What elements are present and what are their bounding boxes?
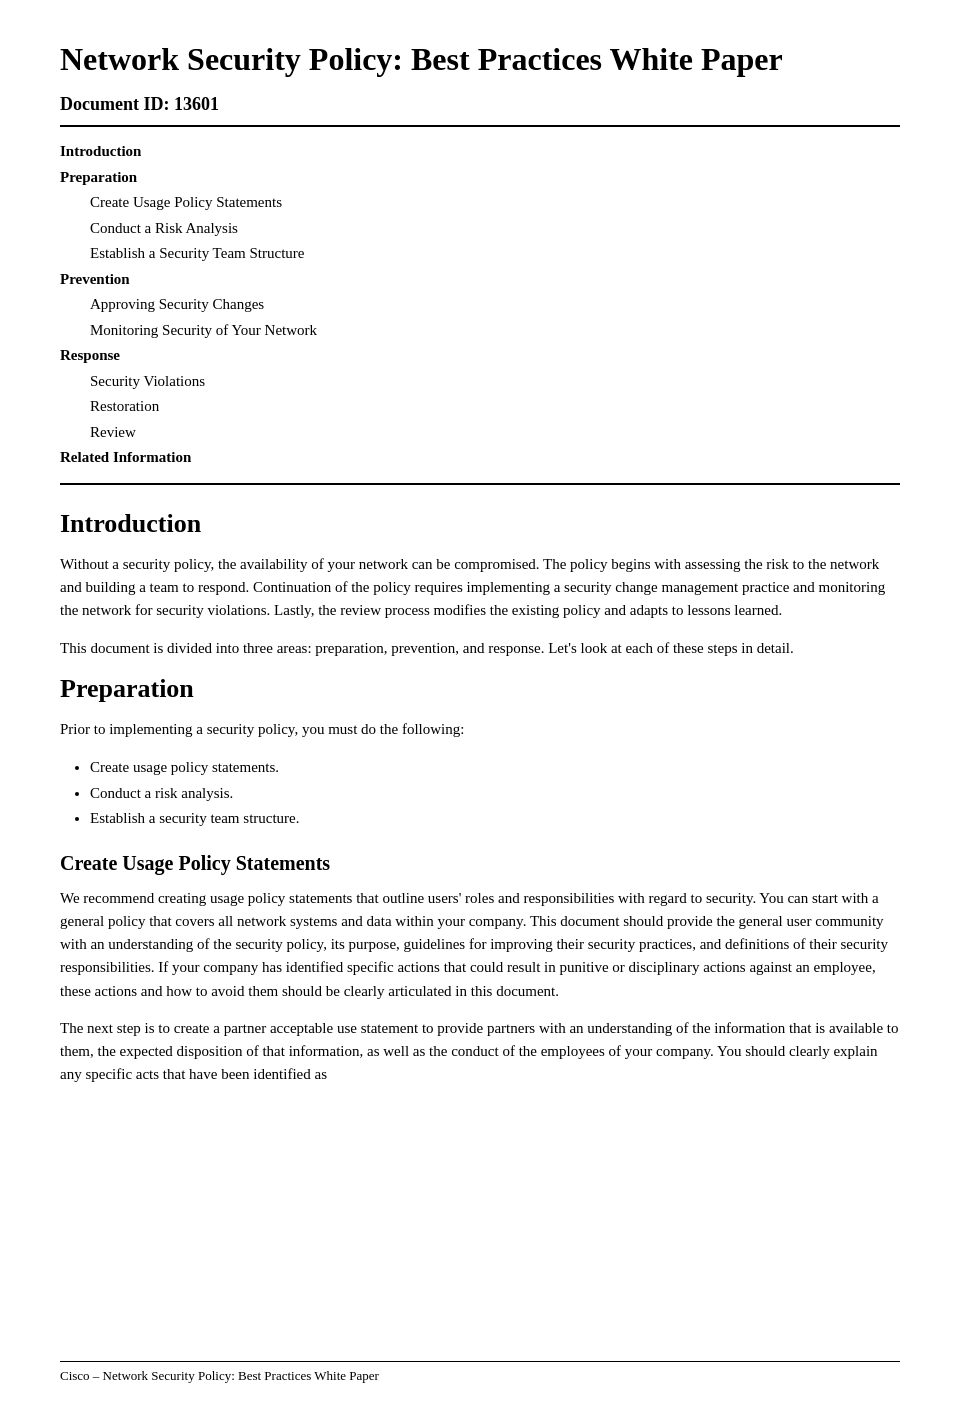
introduction-heading: Introduction <box>60 509 900 539</box>
table-of-contents: Introduction Preparation Create Usage Po… <box>60 139 900 471</box>
toc-item-create-usage[interactable]: Create Usage Policy Statements <box>60 190 900 216</box>
toc-item-prevention[interactable]: Prevention <box>60 267 900 293</box>
toc-item-establish-team[interactable]: Establish a Security Team Structure <box>60 241 900 267</box>
preparation-intro: Prior to implementing a security policy,… <box>60 718 900 741</box>
document-id: Document ID: 13601 <box>60 94 900 115</box>
footer-text: Cisco – Network Security Policy: Best Pr… <box>60 1368 379 1383</box>
toc-item-response[interactable]: Response <box>60 343 900 369</box>
top-divider <box>60 125 900 127</box>
toc-item-restoration[interactable]: Restoration <box>60 394 900 420</box>
create-usage-heading: Create Usage Policy Statements <box>60 852 900 875</box>
page-title: Network Security Policy: Best Practices … <box>60 40 900 78</box>
create-usage-para-2: The next step is to create a partner acc… <box>60 1017 900 1087</box>
toc-item-introduction[interactable]: Introduction <box>60 139 900 165</box>
bullet-risk-analysis: Conduct a risk analysis. <box>90 781 900 807</box>
bullet-team-structure: Establish a security team structure. <box>90 806 900 832</box>
bullet-create-usage: Create usage policy statements. <box>90 755 900 781</box>
preparation-bullets: Create usage policy statements. Conduct … <box>90 755 900 832</box>
preparation-heading: Preparation <box>60 674 900 704</box>
introduction-para-1: Without a security policy, the availabil… <box>60 553 900 623</box>
create-usage-para-1: We recommend creating usage policy state… <box>60 887 900 1003</box>
introduction-para-2: This document is divided into three area… <box>60 637 900 660</box>
toc-item-preparation[interactable]: Preparation <box>60 165 900 191</box>
preparation-section: Preparation Prior to implementing a secu… <box>60 674 900 832</box>
toc-item-conduct-risk[interactable]: Conduct a Risk Analysis <box>60 216 900 242</box>
toc-item-related-info[interactable]: Related Information <box>60 445 900 471</box>
create-usage-section: Create Usage Policy Statements We recomm… <box>60 852 900 1087</box>
toc-item-monitoring[interactable]: Monitoring Security of Your Network <box>60 318 900 344</box>
page-footer: Cisco – Network Security Policy: Best Pr… <box>60 1361 900 1384</box>
introduction-section: Introduction Without a security policy, … <box>60 509 900 660</box>
toc-item-approving[interactable]: Approving Security Changes <box>60 292 900 318</box>
toc-item-review[interactable]: Review <box>60 420 900 446</box>
toc-item-violations[interactable]: Security Violations <box>60 369 900 395</box>
bottom-divider <box>60 483 900 485</box>
